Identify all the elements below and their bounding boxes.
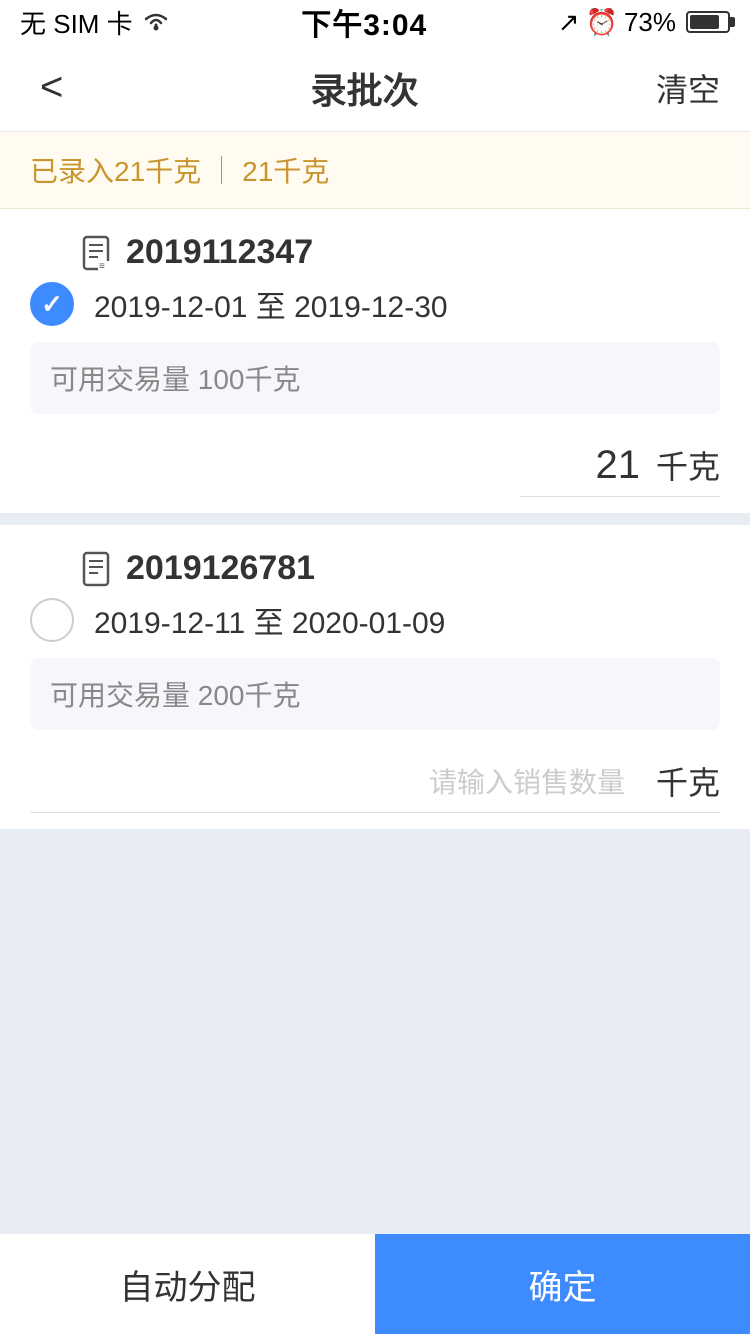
batch-date-row-1[interactable]: 2019-12-01 至 2019-12-30 [0,282,750,342]
status-bar: 无 SIM 卡 下午3:04 ↗ ⏰ 73% [0,0,750,44]
batch-header-2: 2019126781 [0,525,750,598]
batch-availability-2: 可用交易量 200千克 [30,658,720,730]
status-left: 无 SIM 卡 [20,4,171,41]
battery-percent: 73% [624,7,676,38]
summary-bar: 已录入21千克 21千克 [0,132,750,209]
carrier-text: 无 SIM 卡 [20,4,133,41]
batch-card-1: ≡ 2019112347 2019-12-01 至 2019-12-30 可用交… [0,209,750,513]
bottom-bar: 自动分配 确定 [0,1234,750,1334]
auto-distribute-button[interactable]: 自动分配 [0,1234,375,1334]
clear-button[interactable]: 清空 [656,65,720,111]
summary-divider [221,156,222,184]
alarm-icon: ⏰ [586,7,618,38]
quantity-value-1: 21 [595,443,640,488]
quantity-unit-1: 千克 [656,442,720,488]
battery-icon [686,11,730,33]
section-divider-2 [0,829,750,841]
batch-header-1: ≡ 2019112347 [0,209,750,282]
location-icon: ↗ [558,7,580,38]
page-title: 录批次 [311,62,419,114]
quantity-input-2[interactable] [340,763,640,800]
summary-value: 21千克 [242,150,329,190]
radio-2[interactable] [30,598,74,642]
batch-availability-1: 可用交易量 100千克 [30,342,720,414]
batch-id-1: 2019112347 [126,233,313,272]
quantity-unit-2: 千克 [656,758,720,804]
batch-date-2: 2019-12-11 至 2020-01-09 [94,598,445,642]
batch-date-1: 2019-12-01 至 2019-12-30 [94,282,448,326]
batch-id-2: 2019126781 [126,549,315,588]
wifi-icon [141,7,171,38]
doc-icon-2 [80,551,116,587]
nav-bar: < 录批次 清空 [0,44,750,132]
status-time: 下午3:04 [301,0,427,44]
svg-text:≡: ≡ [99,261,105,271]
summary-label: 已录入21千克 [30,150,201,190]
section-divider-1 [0,513,750,525]
batch-date-row-2[interactable]: 2019-12-11 至 2020-01-09 [0,598,750,658]
confirm-button[interactable]: 确定 [375,1234,750,1334]
status-right: ↗ ⏰ 73% [558,7,730,38]
back-button[interactable]: < [30,55,73,120]
doc-icon-1: ≡ [80,235,116,271]
radio-1[interactable] [30,282,74,326]
batch-card-2: 2019126781 2019-12-11 至 2020-01-09 可用交易量… [0,525,750,829]
